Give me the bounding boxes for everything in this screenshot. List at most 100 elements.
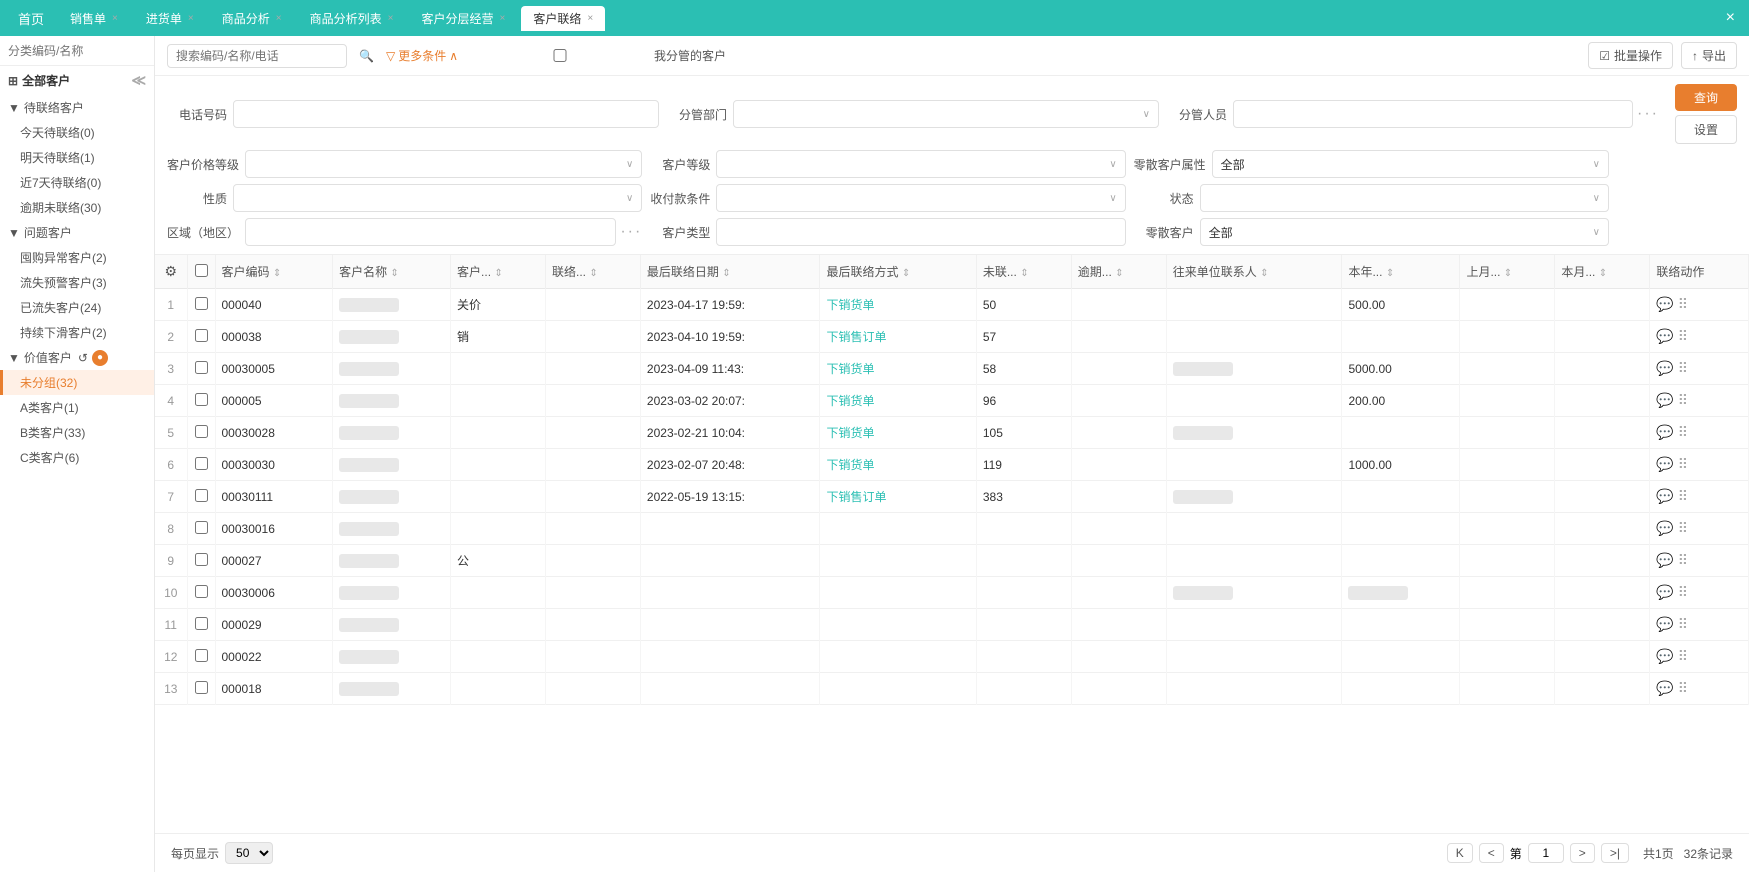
row-checkbox[interactable] [195,553,208,566]
row-checkbox[interactable] [195,585,208,598]
row-checkbox[interactable] [195,361,208,374]
message-icon[interactable]: 💬 [1656,296,1673,313]
sidebar-item-hoarding[interactable]: 囤购异常客户(2) [0,245,154,270]
grid-action-icon[interactable]: ⠿ [1678,328,1688,345]
sidebar-item-ungrouped[interactable]: 未分组(32) [0,370,154,395]
dept-select[interactable]: ∨ [733,100,1159,128]
row-checkbox[interactable] [195,329,208,342]
grid-action-icon[interactable]: ⠿ [1678,584,1688,601]
export-button[interactable]: ↑ 导出 [1681,42,1737,69]
reset-button[interactable]: 设置 [1675,115,1737,144]
region-dots-icon[interactable]: ··· [620,223,642,241]
row-checkbox[interactable] [195,617,208,630]
row-checkbox[interactable] [195,425,208,438]
close-all-tabs[interactable]: × [1720,9,1741,27]
prev-page-btn[interactable]: < [1479,843,1504,863]
message-icon[interactable]: 💬 [1656,584,1673,601]
nav-home[interactable]: 首页 [8,5,54,32]
last-method-link[interactable]: 下销货单 [826,458,874,472]
message-icon[interactable]: 💬 [1656,392,1673,409]
price-level-select[interactable]: ∨ [245,150,642,178]
sidebar-group-value[interactable]: ▼ 价值客户 ↺ ● [0,345,154,370]
last-method-link[interactable]: 下销货单 [826,394,874,408]
row-checkbox[interactable] [195,521,208,534]
settings-icon[interactable]: ⚙ [164,263,177,279]
sidebar-group-problem[interactable]: ▼ 问题客户 [0,220,154,245]
close-product-analysis-list-tab[interactable]: × [388,13,394,24]
message-icon[interactable]: 💬 [1656,648,1673,665]
next-page-btn[interactable]: > [1570,843,1595,863]
message-icon[interactable]: 💬 [1656,680,1673,697]
close-customer-tier-tab[interactable]: × [499,13,505,24]
sidebar-item-overdue[interactable]: 逾期未联络(30) [0,195,154,220]
customer-level-select[interactable]: ∨ [716,150,1125,178]
nature-select[interactable]: ∨ [233,184,642,212]
grid-action-icon[interactable]: ⠿ [1678,616,1688,633]
grid-action-icon[interactable]: ⠿ [1678,392,1688,409]
collapse-icon[interactable]: ≪ [131,72,146,89]
sidebar-item-churned[interactable]: 已流失客户(24) [0,295,154,320]
message-icon[interactable]: 💬 [1656,456,1673,473]
page-size-select[interactable]: 50 [225,842,273,864]
nav-tab-customer-tier[interactable]: 客户分层经营 × [409,6,517,31]
last-method-link[interactable]: 下销售订单 [826,330,886,344]
select-all-checkbox[interactable] [195,264,208,277]
sidebar-item-type-c[interactable]: C类客户(6) [0,445,154,470]
person-input[interactable] [1233,100,1633,128]
sidebar-item-type-b[interactable]: B类客户(33) [0,420,154,445]
last-page-btn[interactable]: >| [1601,843,1629,863]
nav-tab-product-analysis-list[interactable]: 商品分析列表 × [298,6,406,31]
grid-action-icon[interactable]: ⠿ [1678,520,1688,537]
last-method-link[interactable]: 下销售订单 [826,490,886,504]
all-customers-header[interactable]: ⊞ 全部客户 ≪ [0,66,154,95]
sidebar-item-tomorrow[interactable]: 明天待联络(1) [0,145,154,170]
last-method-link[interactable]: 下销货单 [826,298,874,312]
grid-action-icon[interactable]: ⠿ [1678,552,1688,569]
retail-customer-select[interactable]: 全部∨ [1200,218,1609,246]
payment-select[interactable]: ∨ [716,184,1125,212]
message-icon[interactable]: 💬 [1656,520,1673,537]
message-icon[interactable]: 💬 [1656,424,1673,441]
retail-attr-select[interactable]: 全部∨ [1212,150,1609,178]
nav-tab-customer-contact[interactable]: 客户联络 × [521,6,605,31]
close-purchase-tab[interactable]: × [188,13,194,24]
first-page-btn[interactable]: K [1447,843,1473,863]
sidebar-item-type-a[interactable]: A类客户(1) [0,395,154,420]
batch-op-button[interactable]: ☑ 批量操作 [1588,42,1673,69]
search-input[interactable] [167,44,347,68]
grid-action-icon[interactable]: ⠿ [1678,680,1688,697]
grid-action-icon[interactable]: ⠿ [1678,488,1688,505]
sidebar-item-7days[interactable]: 近7天待联络(0) [0,170,154,195]
message-icon[interactable]: 💬 [1656,616,1673,633]
nav-tab-purchase[interactable]: 进货单 × [134,6,206,31]
last-method-link[interactable]: 下销货单 [826,362,874,376]
grid-action-icon[interactable]: ⠿ [1678,456,1688,473]
row-checkbox[interactable] [195,457,208,470]
row-checkbox[interactable] [195,681,208,694]
nav-tab-sales[interactable]: 销售单 × [58,6,130,31]
close-sales-tab[interactable]: × [112,13,118,24]
last-method-link[interactable]: 下销货单 [826,426,874,440]
person-dots-icon[interactable]: ··· [1637,105,1659,123]
message-icon[interactable]: 💬 [1656,488,1673,505]
more-conditions-btn[interactable]: ▽ 更多条件 ∧ [386,47,458,64]
status-select[interactable]: ∨ [1200,184,1609,212]
close-product-analysis-tab[interactable]: × [276,13,282,24]
message-icon[interactable]: 💬 [1656,360,1673,377]
my-customers-checkbox[interactable] [470,49,650,62]
close-customer-contact-tab[interactable]: × [587,13,593,24]
row-checkbox[interactable] [195,649,208,662]
refresh-icon[interactable]: ↺ [78,351,88,365]
message-icon[interactable]: 💬 [1656,328,1673,345]
search-icon[interactable]: 🔍 [359,49,374,63]
row-checkbox[interactable] [195,297,208,310]
region-input[interactable] [245,218,616,246]
row-checkbox[interactable] [195,393,208,406]
phone-input[interactable] [233,100,659,128]
sidebar-group-pending[interactable]: ▼ 待联络客户 [0,95,154,120]
sidebar-item-declining[interactable]: 持续下滑客户(2) [0,320,154,345]
row-checkbox[interactable] [195,489,208,502]
sidebar-search-input[interactable] [8,44,155,58]
page-number-input[interactable] [1528,843,1564,863]
customer-type-input[interactable] [716,218,1125,246]
